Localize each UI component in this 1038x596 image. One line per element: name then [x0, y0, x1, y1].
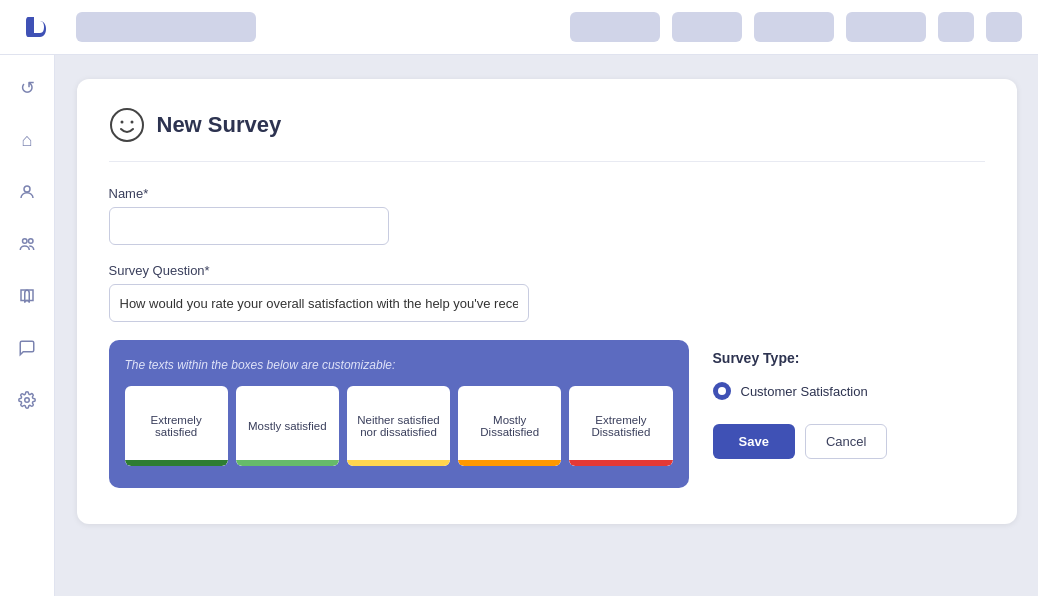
survey-boxes-panel: The texts within the boxes below are cus… — [109, 340, 689, 488]
svg-point-3 — [25, 398, 30, 403]
rating-bar-5 — [569, 460, 672, 466]
rating-label-2: Mostly satisfied — [248, 396, 327, 466]
rating-box-neutral[interactable]: Neither satisfied nor dissatisfied — [347, 386, 450, 466]
rating-label-4: Mostly Dissatisfied — [466, 396, 553, 466]
contacts-icon[interactable] — [10, 175, 44, 209]
team-icon[interactable] — [10, 227, 44, 261]
rating-bar-1 — [125, 460, 228, 466]
question-input[interactable] — [109, 284, 529, 322]
card-header: New Survey — [109, 107, 985, 162]
radio-label: Customer Satisfaction — [741, 384, 868, 399]
page-title: New Survey — [157, 112, 282, 138]
nav-btn-3[interactable] — [754, 12, 834, 42]
question-field-group: Survey Question* — [109, 263, 985, 322]
cancel-button[interactable]: Cancel — [805, 424, 887, 459]
question-label: Survey Question* — [109, 263, 985, 278]
rating-box-extremely-satisfied[interactable]: Extremely satisfied — [125, 386, 228, 466]
svg-point-0 — [24, 186, 30, 192]
app-logo[interactable] — [16, 7, 56, 47]
rating-label-1: Extremely satisfied — [133, 396, 220, 466]
layout: ↺ ⌂ — [0, 55, 1038, 596]
radio-inner — [718, 387, 726, 395]
bottom-area: The texts within the boxes below are cus… — [109, 340, 985, 488]
nav-btn-1[interactable] — [570, 12, 660, 42]
svg-point-1 — [23, 239, 28, 244]
survey-type-label: Survey Type: — [713, 350, 985, 366]
name-label: Name* — [109, 186, 985, 201]
svg-point-4 — [111, 109, 143, 141]
chat-icon[interactable] — [10, 331, 44, 365]
save-button[interactable]: Save — [713, 424, 795, 459]
svg-point-5 — [120, 121, 123, 124]
name-input[interactable] — [109, 207, 389, 245]
nav-btn-2[interactable] — [672, 12, 742, 42]
book-icon[interactable] — [10, 279, 44, 313]
nav-btn-4[interactable] — [846, 12, 926, 42]
radio-customer-satisfaction[interactable]: Customer Satisfaction — [713, 382, 985, 400]
panel-hint: The texts within the boxes below are cus… — [125, 358, 673, 372]
topnav — [0, 0, 1038, 55]
smiley-icon — [109, 107, 145, 143]
rating-bar-3 — [347, 460, 450, 466]
name-field-group: Name* — [109, 186, 985, 245]
nav-icon-btn-2[interactable] — [986, 12, 1022, 42]
svg-point-2 — [29, 239, 34, 244]
rating-bar-4 — [458, 460, 561, 466]
main-content: New Survey Name* Survey Question* The te… — [55, 55, 1038, 596]
rating-label-5: Extremely Dissatisfied — [577, 396, 664, 466]
nav-icon-btn-1[interactable] — [938, 12, 974, 42]
action-buttons: Save Cancel — [713, 424, 985, 459]
settings-icon[interactable] — [10, 383, 44, 417]
svg-point-6 — [130, 121, 133, 124]
rating-box-mostly-dissatisfied[interactable]: Mostly Dissatisfied — [458, 386, 561, 466]
rating-box-extremely-dissatisfied[interactable]: Extremely Dissatisfied — [569, 386, 672, 466]
rating-box-mostly-satisfied[interactable]: Mostly satisfied — [236, 386, 339, 466]
home-icon[interactable]: ⌂ — [10, 123, 44, 157]
survey-card: New Survey Name* Survey Question* The te… — [77, 79, 1017, 524]
radio-circle — [713, 382, 731, 400]
history-icon[interactable]: ↺ — [10, 71, 44, 105]
sidebar: ↺ ⌂ — [0, 55, 55, 596]
nav-search[interactable] — [76, 12, 256, 42]
rating-boxes: Extremely satisfied Mostly satisfied Nei… — [125, 386, 673, 466]
survey-type-panel: Survey Type: Customer Satisfaction Save … — [713, 340, 985, 488]
rating-bar-2 — [236, 460, 339, 466]
rating-label-3: Neither satisfied nor dissatisfied — [355, 396, 442, 466]
